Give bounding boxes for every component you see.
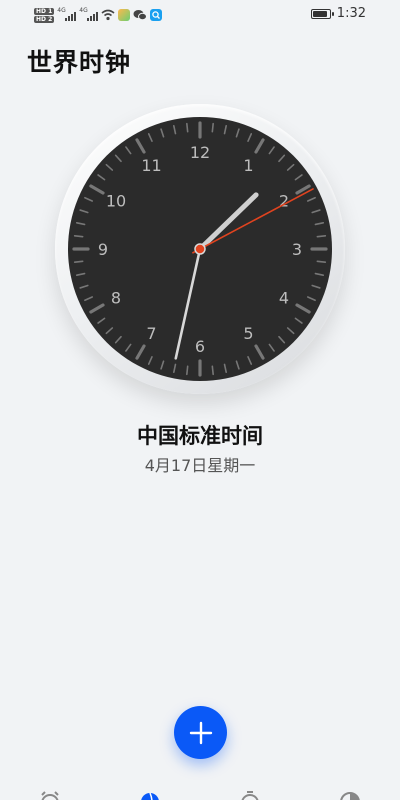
clock-numeral-11: 11 [141, 156, 161, 175]
minute-tick [186, 365, 189, 376]
bottom-navigation [0, 786, 400, 800]
timezone-name: 中国标准时间 [137, 424, 263, 448]
center-pin [194, 243, 206, 255]
hd2-badge: HD 2 [34, 15, 55, 23]
clock-numeral-7: 7 [146, 324, 156, 343]
battery-icon [310, 8, 334, 19]
add-city-button[interactable] [174, 706, 227, 759]
network-type-2: 4G [79, 7, 88, 14]
timer-icon[interactable] [338, 790, 362, 800]
clock-numeral-4: 4 [279, 289, 289, 308]
search-app-icon [150, 9, 163, 21]
alarm-icon[interactable] [38, 790, 62, 800]
wechat-icon [133, 10, 148, 21]
signal-icon-1: 4G [57, 7, 77, 21]
clock-numeral-3: 3 [292, 240, 302, 259]
status-icons-right: 1:32 [310, 6, 366, 21]
world-clock-screen: HD 1 HD 2 4G 4G 1:32 世界时钟 12 1 2 3 4 5 6… [0, 0, 400, 800]
app-notification-icon [118, 9, 131, 21]
minute-tick [211, 122, 214, 133]
stopwatch-icon[interactable] [238, 790, 262, 800]
minute-tick [73, 235, 84, 238]
clock-numeral-10: 10 [106, 192, 126, 211]
timezone-date: 4月17日星期一 [144, 456, 256, 475]
page-title: 世界时钟 [27, 48, 132, 77]
world-clock-icon[interactable] [138, 790, 162, 800]
clock-numeral-1: 1 [243, 156, 253, 175]
clock-numeral-2: 2 [279, 192, 289, 211]
hd-indicator: HD 1 HD 2 [34, 7, 55, 23]
analog-clock: 12 1 2 3 4 5 6 7 8 9 10 11 [55, 104, 345, 394]
minute-tick [211, 365, 214, 376]
clock-face: 121234567891011 [68, 117, 332, 381]
clock-numeral-12: 12 [190, 143, 210, 162]
clock-numeral-9: 9 [98, 240, 108, 259]
network-type-1: 4G [57, 7, 66, 14]
signal-icon-2: 4G [79, 7, 99, 21]
minute-tick [316, 260, 327, 263]
clock-numeral-8: 8 [111, 289, 121, 308]
minute-tick [186, 122, 189, 133]
plus-icon [189, 721, 212, 744]
status-bar: HD 1 HD 2 4G 4G 1:32 [0, 0, 400, 30]
wifi-icon [101, 9, 115, 21]
status-icons-left: HD 1 HD 2 4G 4G [34, 4, 163, 26]
status-time: 1:32 [336, 6, 366, 21]
hd1-badge: HD 1 [34, 7, 55, 15]
minute-tick [73, 260, 84, 263]
clock-numeral-5: 5 [243, 324, 253, 343]
minute-tick [316, 235, 327, 238]
clock-numeral-6: 6 [195, 337, 205, 356]
